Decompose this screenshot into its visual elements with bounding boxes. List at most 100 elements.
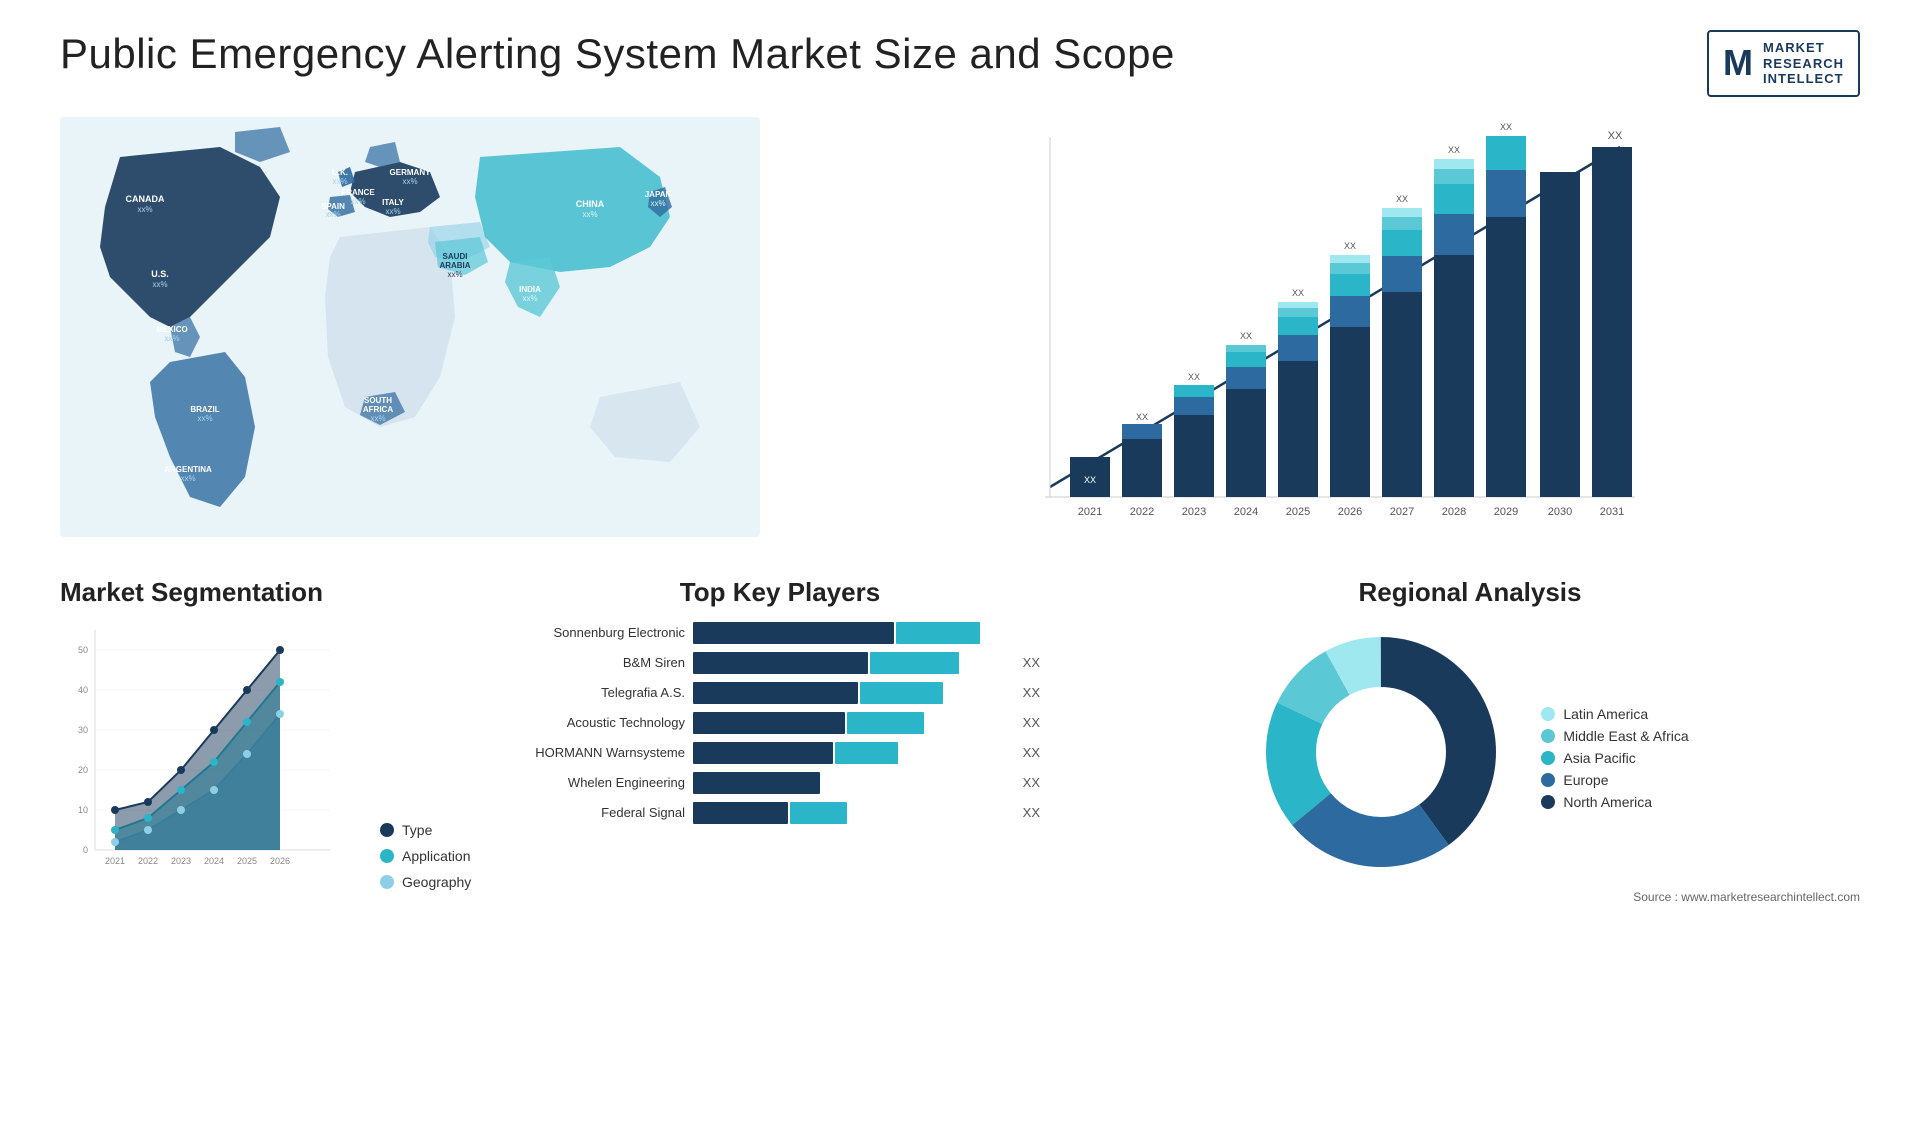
legend-dot-type [380,823,394,837]
regional-title: Regional Analysis [1080,577,1860,608]
legend-dot-latin [1541,707,1555,721]
players-container: Top Key Players Sonnenburg Electronic B&… [520,577,1040,832]
player-row-whelen: Whelen Engineering XX [520,772,1040,794]
legend-asia-pacific: Asia Pacific [1541,750,1688,766]
legend-dot-geography [380,875,394,889]
player-row-telegrafia: Telegrafia A.S. XX [520,682,1040,704]
player-bar-light [860,682,943,704]
svg-text:2028: 2028 [1442,506,1466,518]
player-bar-dark [693,682,858,704]
svg-text:FRANCE: FRANCE [341,188,375,197]
svg-text:ITALY: ITALY [382,198,404,207]
player-bar-light [847,712,923,734]
svg-text:xx%: xx% [137,205,152,214]
player-value: XX [1023,745,1040,760]
player-bar [693,622,1028,644]
player-bar [693,652,1011,674]
regional-legend: Latin America Middle East & Africa Asia … [1541,706,1688,810]
svg-text:SOUTH: SOUTH [364,396,392,405]
player-bar [693,802,1011,824]
svg-text:XX: XX [1188,372,1200,382]
player-name: B&M Siren [520,655,685,670]
legend-application: Application [380,848,471,864]
page-container: Public Emergency Alerting System Market … [0,0,1920,1146]
svg-text:xx%: xx% [350,197,365,206]
logo-m-letter: M [1723,42,1753,84]
svg-text:SAUDI: SAUDI [443,252,468,261]
player-value: XX [1023,775,1040,790]
donut-chart-svg [1251,622,1511,882]
player-name: Acoustic Technology [520,715,685,730]
player-value: XX [1023,715,1040,730]
player-name: Federal Signal [520,805,685,820]
player-value: XX [1023,685,1040,700]
svg-text:xx%: xx% [332,177,347,186]
regional-container: Regional Analysis [1080,577,1860,904]
svg-text:xx%: xx% [447,270,462,279]
svg-text:30: 30 [78,725,88,735]
player-row-federal: Federal Signal XX [520,802,1040,824]
svg-text:XX: XX [1344,241,1356,251]
player-name: HORMANN Warnsysteme [520,745,685,760]
segmentation-chart-svg: 0 10 20 30 40 50 2021 2022 2023 2024 202… [60,620,340,890]
player-bar [693,712,1011,734]
player-row-bm: B&M Siren XX [520,652,1040,674]
player-bar-dark [693,712,845,734]
player-name: Whelen Engineering [520,775,685,790]
world-map-container: CANADA xx% U.S. xx% MEXICO xx% BRAZIL xx… [60,117,760,547]
player-bar-dark [693,772,820,794]
legend-geography: Geography [380,874,471,890]
svg-text:xx%: xx% [325,210,340,219]
svg-text:2030: 2030 [1548,506,1572,518]
svg-text:xx%: xx% [370,414,385,423]
svg-text:XX: XX [1084,475,1096,485]
svg-text:xx%: xx% [650,199,665,208]
legend-dot-na [1541,795,1555,809]
svg-text:JAPAN: JAPAN [645,190,672,199]
svg-text:ARGENTINA: ARGENTINA [164,465,212,474]
svg-text:2025: 2025 [1286,506,1310,518]
svg-text:xx%: xx% [402,177,417,186]
svg-text:XX: XX [1500,122,1512,132]
segmentation-legend: Type Application Geography [380,822,471,890]
growth-chart-container: XX XX XX XX [800,117,1860,547]
legend-dot-europe [1541,773,1555,787]
svg-text:2026: 2026 [1338,506,1362,518]
player-bar-light [790,802,847,824]
player-bar-dark [693,742,833,764]
svg-text:50: 50 [78,645,88,655]
svg-text:XX: XX [1292,288,1304,298]
header: Public Emergency Alerting System Market … [60,30,1860,97]
player-value: XX [1023,805,1040,820]
svg-text:20: 20 [78,765,88,775]
top-section: CANADA xx% U.S. xx% MEXICO xx% BRAZIL xx… [60,117,1860,547]
segmentation-title: Market Segmentation [60,577,480,608]
svg-text:XX: XX [1136,412,1148,422]
svg-text:CANADA: CANADA [126,194,165,204]
svg-text:2026: 2026 [270,856,290,866]
svg-text:2021: 2021 [1078,506,1102,518]
growth-chart-svg: XX XX XX XX [810,117,1860,537]
bottom-section: Market Segmentation 0 10 20 30 [60,577,1860,904]
svg-text:AFRICA: AFRICA [363,405,393,414]
svg-text:U.K.: U.K. [332,168,348,177]
legend-dot-application [380,849,394,863]
svg-text:xx%: xx% [522,294,537,303]
svg-text:2023: 2023 [1182,506,1206,518]
svg-text:2029: 2029 [1494,506,1518,518]
svg-text:xx%: xx% [197,414,212,423]
legend-dot-ap [1541,751,1555,765]
player-bar-light [835,742,899,764]
svg-text:GERMANY: GERMANY [390,168,432,177]
player-bar-dark [693,652,868,674]
svg-text:40: 40 [78,685,88,695]
player-value: XX [1023,655,1040,670]
player-bar [693,742,1011,764]
svg-text:2025: 2025 [237,856,257,866]
svg-text:XX: XX [1448,145,1460,155]
svg-text:CHINA: CHINA [576,199,605,209]
svg-text:0: 0 [83,845,88,855]
svg-text:U.S.: U.S. [151,269,169,279]
svg-text:XX: XX [1396,194,1408,204]
svg-text:xx%: xx% [152,280,167,289]
